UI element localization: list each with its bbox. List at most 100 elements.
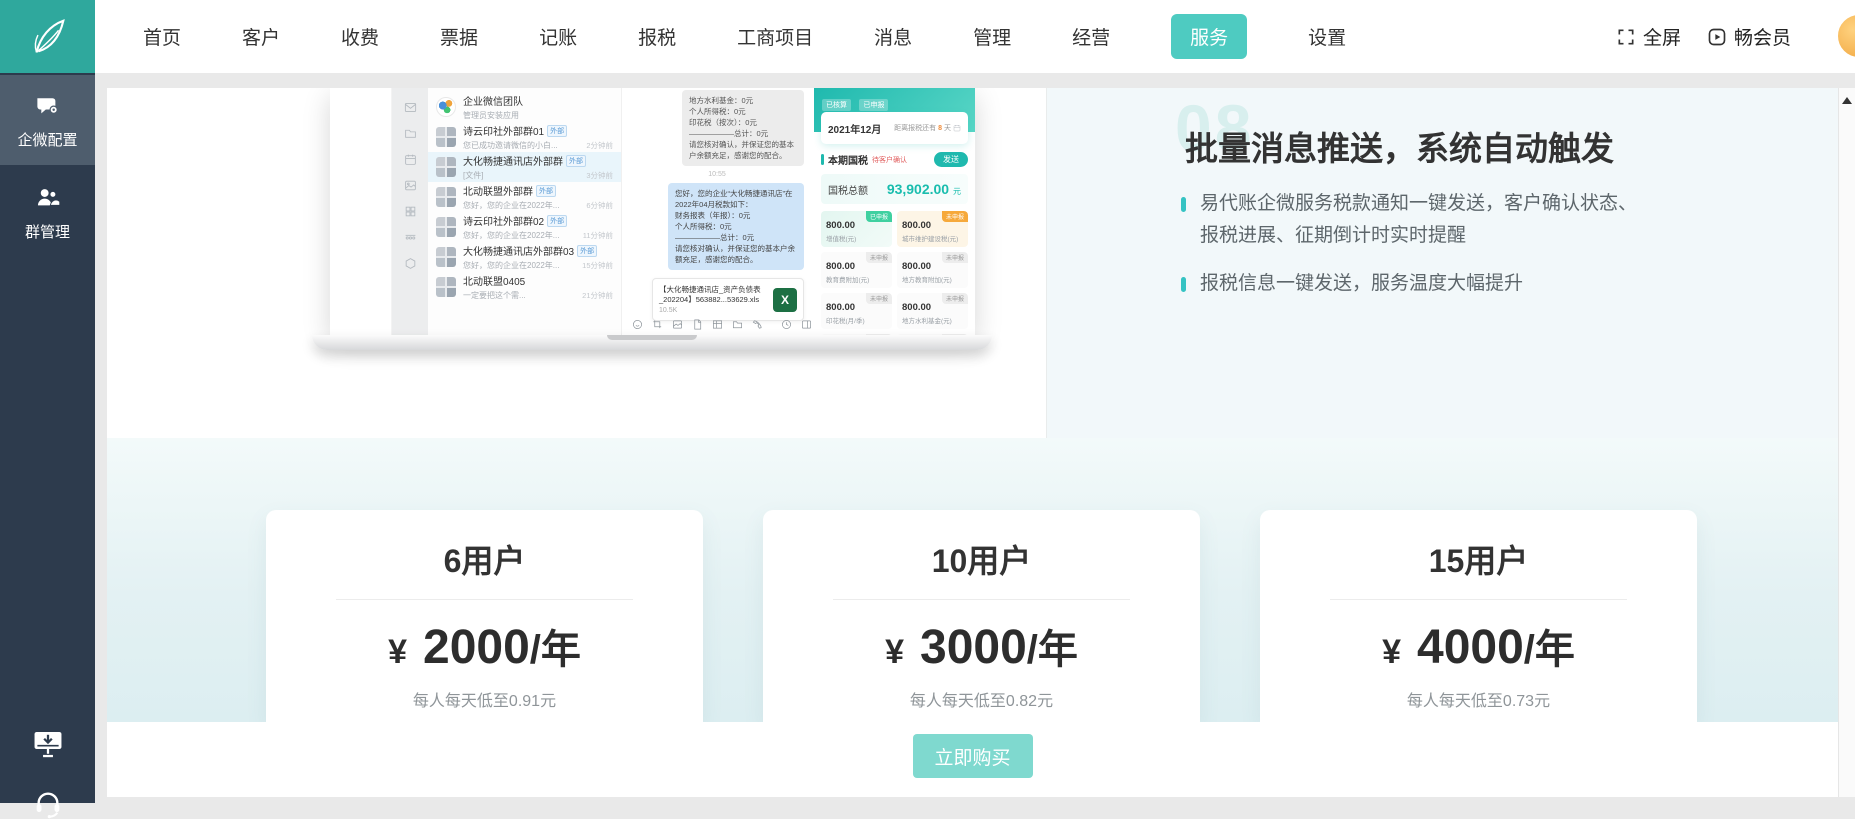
chat-name: 大化畅捷通讯店外部群 bbox=[463, 157, 563, 168]
nav-item-messages[interactable]: 消息 bbox=[874, 23, 912, 50]
feature-title: 批量消息推送，系统自动触发 bbox=[1185, 130, 1614, 167]
scroll-up-arrow[interactable] bbox=[1842, 97, 1852, 104]
nav-item-home[interactable]: 首页 bbox=[143, 23, 181, 50]
abacus-icon bbox=[404, 231, 417, 244]
chat-preview: 管理员安装应用 bbox=[463, 111, 519, 120]
file-attachment-card: 【大化畅捷通讯店_资产负债表_202204】563882...53629.xls… bbox=[652, 278, 804, 321]
tax-push-panel: 已核算 已申报 2021年12月 距离报税还有 8 天 本期国税 待客户确认 发… bbox=[814, 88, 975, 335]
page-scrollbar[interactable] bbox=[1838, 88, 1855, 797]
mail-icon bbox=[404, 101, 417, 114]
nav-item-services[interactable]: 服务 bbox=[1171, 14, 1248, 59]
headset-icon bbox=[36, 792, 59, 819]
member-label: 畅会员 bbox=[1733, 28, 1791, 49]
send-file-icon bbox=[692, 319, 703, 330]
plan-price: ¥2000/年 bbox=[388, 621, 581, 674]
external-tag: 外部 bbox=[547, 124, 568, 137]
external-tag: 外部 bbox=[536, 184, 556, 197]
chat-time: 2分钟前 bbox=[586, 141, 613, 150]
chat-time: 21分钟前 bbox=[582, 291, 613, 300]
chat-list-item: 大化畅捷通讯店外部群03 外部 您好，您的企业在2022年... 15分钟前 bbox=[428, 242, 621, 272]
sidebar-item-group-management[interactable]: 群管理 bbox=[0, 167, 95, 257]
chat-name: 北动联盟外部群 bbox=[463, 187, 533, 198]
chat-preview: 您已成功邀请微信的小白... bbox=[463, 141, 558, 150]
bullet-marker bbox=[1181, 277, 1186, 292]
bullet-text: 易代账企微服务税款通知一键发送，客户确认状态、报税进展、征期倒计时实时提醒 bbox=[1200, 193, 1638, 246]
fullscreen-button[interactable]: 全屏 bbox=[1616, 23, 1681, 50]
excel-file-icon: X bbox=[773, 287, 797, 312]
sheet-icon bbox=[712, 319, 723, 330]
message-timestamp: 10:55 bbox=[708, 171, 726, 178]
tax-section-status: 待客户确认 bbox=[872, 156, 907, 164]
feature-bullets: 易代账企微服务税款通知一键发送，客户确认状态、报税进展、征期倒计时实时提醒 报税… bbox=[1181, 188, 1641, 316]
tax-cell: 未申报 800.00 印花税(月/季) bbox=[821, 293, 892, 329]
member-button[interactable]: 畅会员 bbox=[1707, 23, 1791, 50]
status-chip: 已核算 bbox=[822, 99, 851, 111]
feature-bullet: 报税信息一键发送，服务温度大幅提升 bbox=[1181, 268, 1641, 300]
plan-note: 每人每天低至0.91元 bbox=[412, 693, 557, 710]
nav-item-customers[interactable]: 客户 bbox=[242, 23, 280, 50]
nav-item-management[interactable]: 管理 bbox=[973, 23, 1011, 50]
plan-price: ¥3000/年 bbox=[885, 621, 1078, 674]
bullet-marker bbox=[1181, 197, 1186, 212]
status-chip: 已申报 bbox=[859, 99, 889, 111]
client-download-button[interactable] bbox=[31, 727, 65, 761]
hero-section: 企业微信团队 管理员安装应用 诗云印社外部群01 外部 您已成功邀请微信的小白..… bbox=[107, 88, 1838, 438]
bullet-text: 报税信息一键发送，服务温度大幅提升 bbox=[1200, 273, 1524, 294]
apps-grid-icon bbox=[404, 205, 417, 218]
nav-item-business-projects[interactable]: 工商项目 bbox=[737, 23, 813, 50]
tax-cell: 未申报 800.00 地方教育附加(元) bbox=[897, 252, 968, 288]
group-users-icon bbox=[34, 184, 61, 211]
chat-preview: [文件] bbox=[463, 171, 484, 180]
plan-users: 15用户 bbox=[1428, 543, 1529, 579]
chat-time: 11分钟前 bbox=[582, 231, 613, 240]
divider bbox=[1330, 599, 1627, 600]
chat-time: 6分钟前 bbox=[586, 201, 613, 210]
wecom-team-avatar bbox=[436, 97, 456, 117]
chat-name: 大化畅捷通讯店外部群03 bbox=[463, 247, 575, 258]
buy-now-button[interactable]: 立即购买 bbox=[912, 734, 1033, 778]
external-tag: 外部 bbox=[547, 214, 568, 227]
tax-grid: 已申报 800.00 增值税(元) 未申报 800.00 城市维护建设税(元) 未申报 8… bbox=[821, 211, 968, 335]
chat-list-item: 诗云印社外部群02 外部 您好，您的企业在2022年... 11分钟前 bbox=[428, 212, 621, 242]
window-gutter bbox=[330, 88, 392, 335]
chat-preview: 一定要把这个需... bbox=[463, 291, 526, 300]
chat-name: 北动联盟0405 bbox=[463, 277, 526, 288]
play-video-icon bbox=[1707, 27, 1727, 47]
nav-item-invoices[interactable]: 票据 bbox=[440, 23, 478, 50]
split-view-icon bbox=[801, 319, 812, 330]
chat-preview: 您好，您的企业在2022年... bbox=[463, 231, 560, 240]
user-avatar[interactable] bbox=[1836, 13, 1855, 59]
tax-deadline: 距离报税还有 8 天 bbox=[894, 123, 961, 133]
workbench-icon bbox=[404, 257, 417, 270]
chat-name: 诗云印社外部群02 bbox=[463, 217, 545, 228]
tax-cell: 未申报 800.00 教育费附加(元) bbox=[821, 252, 892, 288]
main-nav: 首页 客户 收费 票据 记账 报税 工商项目 消息 管理 经营 服务 设置 bbox=[143, 14, 1346, 59]
file-size: 10.5K bbox=[659, 307, 678, 314]
chat-preview: 您好，您的企业在2022年... bbox=[463, 261, 560, 270]
group-avatar bbox=[436, 217, 456, 237]
tax-total-value: 93,902.00 元 bbox=[886, 181, 961, 197]
group-avatar bbox=[436, 247, 456, 267]
chat-name: 企业微信团队 bbox=[463, 97, 523, 108]
nav-item-operations[interactable]: 经营 bbox=[1072, 23, 1110, 50]
brand-logo[interactable] bbox=[0, 0, 95, 73]
section-bar bbox=[821, 154, 824, 165]
received-message-bubble: 地方水利基金：0元 个人所得税：0元 印花税（按次）：0元 ——————总计：0… bbox=[682, 90, 804, 166]
nav-item-tax-filing[interactable]: 报税 bbox=[638, 23, 676, 50]
support-button[interactable] bbox=[32, 787, 64, 819]
nav-item-bookkeeping[interactable]: 记账 bbox=[539, 23, 577, 50]
plan-note: 每人每天低至0.82元 bbox=[909, 693, 1054, 710]
navbar-tools: 全屏 畅会员 bbox=[1616, 23, 1791, 50]
group-avatar bbox=[436, 157, 456, 177]
chat-list: 企业微信团队 管理员安装应用 诗云印社外部群01 外部 您已成功邀请微信的小白..… bbox=[428, 88, 622, 335]
group-avatar bbox=[436, 127, 456, 147]
chat-list-item: 诗云印社外部群01 外部 您已成功邀请微信的小白... 2分钟前 bbox=[428, 122, 621, 152]
nav-item-settings[interactable]: 设置 bbox=[1308, 23, 1346, 50]
tax-month: 2021年12月 bbox=[828, 124, 882, 136]
sidebar-item-wecom-config[interactable]: 企微配置 bbox=[0, 75, 95, 165]
divider bbox=[833, 599, 1130, 600]
nav-item-billing[interactable]: 收费 bbox=[341, 23, 379, 50]
tax-cell: 未申报 800.00 城市维护建设税(元) bbox=[897, 211, 968, 247]
page-content: 企业微信团队 管理员安装应用 诗云印社外部群01 外部 您已成功邀请微信的小白..… bbox=[107, 88, 1838, 797]
send-button: 发送 bbox=[934, 152, 968, 167]
